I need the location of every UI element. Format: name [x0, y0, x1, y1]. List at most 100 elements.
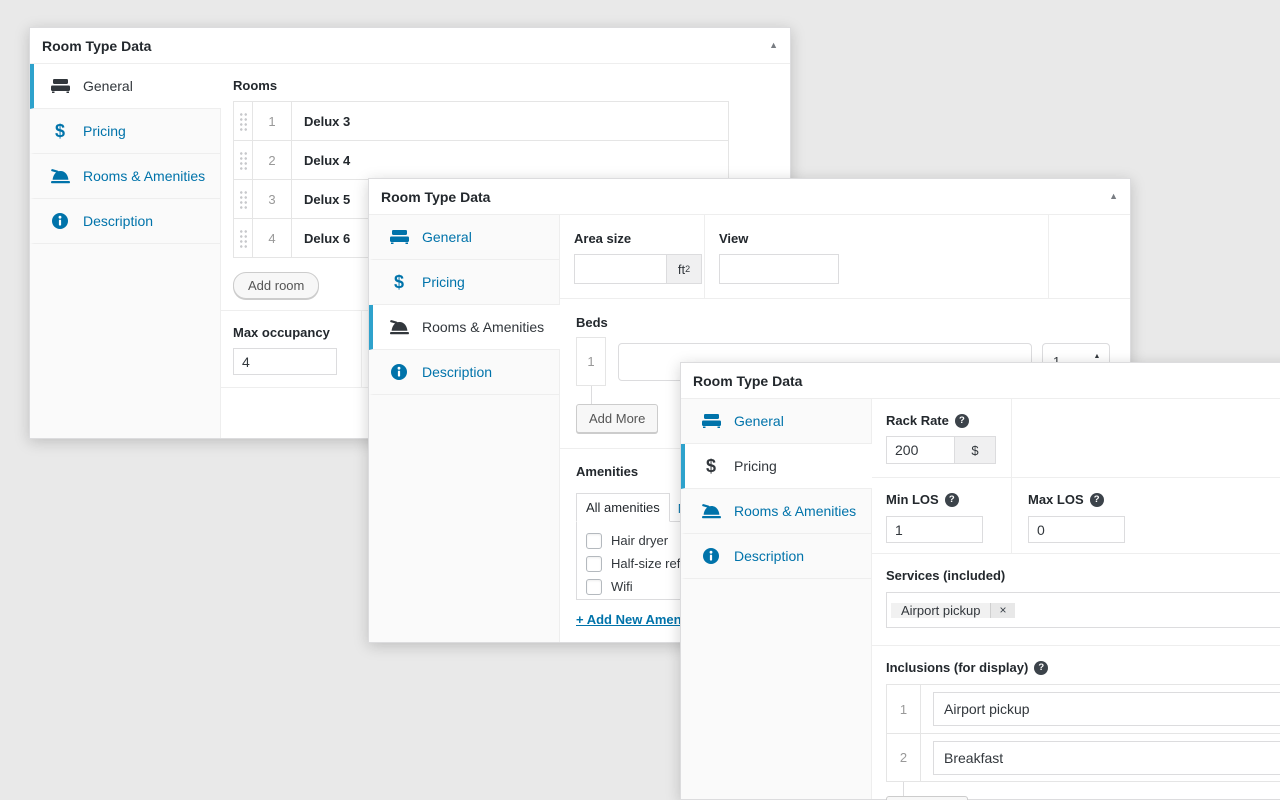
- add-new-amenity-link[interactable]: + Add New Amenity: [576, 612, 697, 627]
- help-icon[interactable]: ?: [1089, 492, 1104, 507]
- help-icon[interactable]: ?: [954, 413, 969, 428]
- view-label: View: [719, 231, 749, 246]
- collapse-toggle-icon[interactable]: ▲: [769, 41, 778, 50]
- tab-label: Pricing: [422, 274, 465, 290]
- add-more-inclusion-button[interactable]: Add More: [886, 796, 969, 800]
- tab-label: General: [734, 413, 784, 429]
- services-section: Services (included) Airport pickup ×: [872, 554, 1280, 646]
- tab-general[interactable]: General: [30, 64, 221, 109]
- tab-description[interactable]: Description: [681, 534, 871, 579]
- table-row: 1: [887, 685, 1280, 733]
- services-multiselect[interactable]: Airport pickup ×: [886, 592, 1280, 628]
- tab-label: Description: [422, 364, 493, 380]
- row-connector: [591, 386, 592, 404]
- tab-sidebar: General $ Pricing Rooms & Amenities Desc…: [369, 215, 560, 642]
- dollar-icon: $: [393, 271, 404, 292]
- room-index: 3: [253, 180, 292, 218]
- tab-general[interactable]: General: [681, 399, 871, 444]
- drag-handle[interactable]: [234, 219, 253, 257]
- inclusions-label: Inclusions (for display): [886, 660, 1029, 675]
- add-room-button[interactable]: Add room: [233, 272, 320, 299]
- currency-suffix: $: [955, 436, 996, 464]
- metabox-header: Room Type Data ▲: [681, 363, 1280, 399]
- area-size-label: Area size: [574, 231, 632, 246]
- metabox-room-type-data-pricing: Room Type Data ▲ General $ Pricing Rooms…: [680, 362, 1280, 800]
- beds-label: Beds: [576, 315, 608, 330]
- add-more-bed-button[interactable]: Add More: [576, 404, 659, 433]
- max-occupancy-input[interactable]: [233, 348, 337, 375]
- bed-index: 1: [576, 337, 606, 386]
- amenity-checkbox[interactable]: [586, 532, 602, 549]
- inclusion-input[interactable]: [933, 692, 1280, 726]
- tab-pricing[interactable]: $ Pricing: [681, 444, 872, 489]
- metabox-title: Room Type Data: [42, 37, 152, 54]
- tab-rooms-amenities[interactable]: Rooms & Amenities: [369, 305, 560, 350]
- area-size-unit: ft 2: [667, 254, 702, 284]
- tab-pricing[interactable]: $ Pricing: [369, 260, 559, 305]
- tab-label: Pricing: [83, 123, 126, 139]
- tab-label: General: [83, 78, 133, 94]
- max-los-input[interactable]: [1028, 516, 1125, 543]
- rack-rate-input[interactable]: [886, 436, 955, 464]
- tab-all-amenities[interactable]: All amenities: [576, 493, 670, 522]
- services-label: Services (included): [886, 568, 1006, 583]
- drag-handle-icon: [238, 189, 248, 209]
- tab-general[interactable]: General: [369, 215, 559, 260]
- remove-tag-icon[interactable]: ×: [990, 602, 1015, 618]
- room-name: Delux 4: [304, 152, 351, 168]
- amenity-label[interactable]: Wifi: [611, 579, 633, 594]
- help-icon[interactable]: ?: [944, 492, 959, 507]
- tab-label: General: [422, 229, 472, 245]
- tab-pricing[interactable]: $ Pricing: [30, 109, 220, 154]
- inclusion-input[interactable]: [933, 740, 1280, 775]
- area-size-input[interactable]: [574, 254, 667, 284]
- view-input[interactable]: [719, 254, 839, 284]
- tab-sidebar: General $ Pricing Rooms & Amenities Desc…: [681, 399, 872, 799]
- collapse-toggle-icon[interactable]: ▲: [1109, 192, 1118, 201]
- metabox-title: Room Type Data: [381, 188, 491, 205]
- inclusions-table: 1 2: [886, 684, 1280, 782]
- tab-rooms-amenities[interactable]: Rooms & Amenities: [30, 154, 220, 199]
- inclusions-section: Inclusions (for display) ? 1 2 Add More: [872, 646, 1280, 800]
- info-icon: [50, 213, 70, 229]
- drag-handle-icon: [238, 228, 248, 248]
- tab-sidebar: General $ Pricing Rooms & Amenities Desc…: [30, 64, 221, 438]
- tab-description[interactable]: Description: [30, 199, 220, 244]
- rack-rate-field-cell: Rack Rate ? $: [872, 399, 1012, 477]
- amenity-checkbox[interactable]: [586, 555, 602, 572]
- min-los-field-cell: Min LOS ?: [872, 478, 1012, 553]
- drag-handle[interactable]: [234, 141, 253, 179]
- dollar-icon: $: [705, 455, 716, 476]
- table-row: 2: [887, 733, 1280, 781]
- tab-rooms-amenities[interactable]: Rooms & Amenities: [681, 489, 871, 534]
- help-icon[interactable]: ?: [1034, 660, 1049, 675]
- tab-label: Description: [734, 548, 805, 564]
- min-los-input[interactable]: [886, 516, 983, 543]
- room-service-icon: [50, 168, 70, 184]
- stepper-up-icon[interactable]: ▲: [1094, 353, 1101, 360]
- dollar-icon: $: [54, 120, 65, 141]
- metabox-title: Room Type Data: [693, 372, 803, 389]
- tab-label: Rooms & Amenities: [734, 503, 857, 519]
- tab-label: Pricing: [734, 458, 777, 474]
- metabox-header: Room Type Data ▲: [369, 179, 1130, 215]
- inclusion-index: 1: [887, 685, 921, 733]
- area-size-field-cell: Area size ft 2: [560, 215, 705, 298]
- tab-description[interactable]: Description: [369, 350, 559, 395]
- room-index: 4: [253, 219, 292, 257]
- max-los-field-cell: Max LOS ?: [1012, 478, 1125, 553]
- min-los-label: Min LOS: [886, 492, 939, 507]
- rack-rate-label: Rack Rate: [886, 413, 949, 428]
- room-index: 1: [253, 102, 292, 140]
- rooms-label: Rooms: [233, 78, 278, 93]
- drag-handle-icon: [238, 150, 248, 170]
- tab-label: Rooms & Amenities: [83, 168, 206, 184]
- tab-label: Description: [83, 213, 154, 229]
- amenity-label[interactable]: Hair dryer: [611, 533, 668, 548]
- bed-icon: [50, 79, 70, 93]
- amenity-checkbox[interactable]: [586, 578, 602, 595]
- drag-handle[interactable]: [234, 102, 253, 140]
- drag-handle[interactable]: [234, 180, 253, 218]
- drag-handle-icon: [238, 111, 248, 131]
- metabox-header: Room Type Data ▲: [30, 28, 790, 64]
